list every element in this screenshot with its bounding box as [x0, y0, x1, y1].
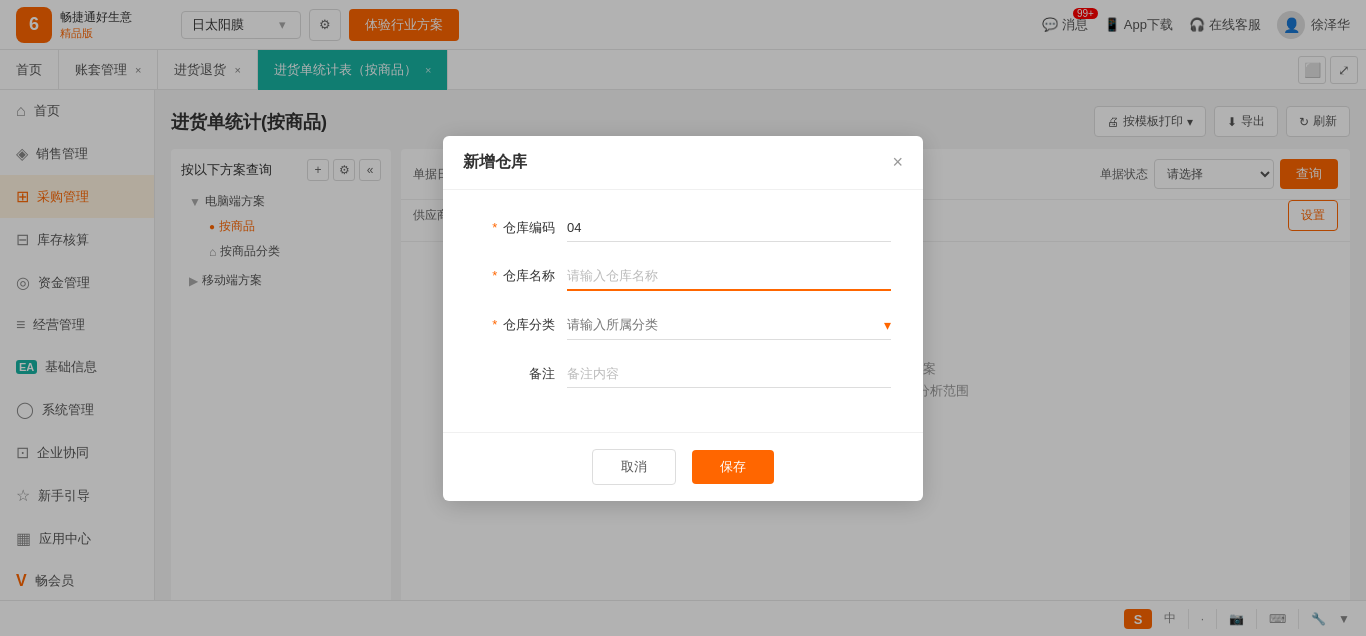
name-label: * 仓库名称: [475, 267, 555, 285]
required-star-category: *: [492, 317, 497, 332]
form-row-remark: 备注: [475, 360, 891, 388]
category-select-input[interactable]: [567, 317, 884, 332]
required-star-code: *: [492, 220, 497, 235]
name-input[interactable]: [567, 262, 891, 291]
add-warehouse-modal: 新增仓库 × * 仓库编码 * 仓库名称: [443, 136, 923, 501]
save-button[interactable]: 保存: [692, 450, 774, 484]
modal-body: * 仓库编码 * 仓库名称 * 仓库分类: [443, 190, 923, 432]
code-label: * 仓库编码: [475, 219, 555, 237]
modal-footer: 取消 保存: [443, 432, 923, 501]
category-label: * 仓库分类: [475, 316, 555, 334]
code-input[interactable]: [567, 214, 891, 242]
modal-title: 新增仓库: [463, 152, 527, 173]
code-label-text: 仓库编码: [503, 220, 555, 235]
form-row-category: * 仓库分类 ▾: [475, 311, 891, 340]
modal-close-icon[interactable]: ×: [892, 153, 903, 171]
form-row-code: * 仓库编码: [475, 214, 891, 242]
name-label-text: 仓库名称: [503, 268, 555, 283]
category-dropdown-icon: ▾: [884, 317, 891, 333]
cancel-button[interactable]: 取消: [592, 449, 676, 485]
form-row-name: * 仓库名称: [475, 262, 891, 291]
remark-input[interactable]: [567, 360, 891, 388]
category-select-wrapper[interactable]: ▾: [567, 311, 891, 340]
category-label-text: 仓库分类: [503, 317, 555, 332]
remark-label-text: 备注: [529, 366, 555, 381]
modal-header: 新增仓库 ×: [443, 136, 923, 190]
modal-overlay: 新增仓库 × * 仓库编码 * 仓库名称: [0, 0, 1366, 636]
required-star-name: *: [492, 268, 497, 283]
remark-label: 备注: [475, 365, 555, 383]
